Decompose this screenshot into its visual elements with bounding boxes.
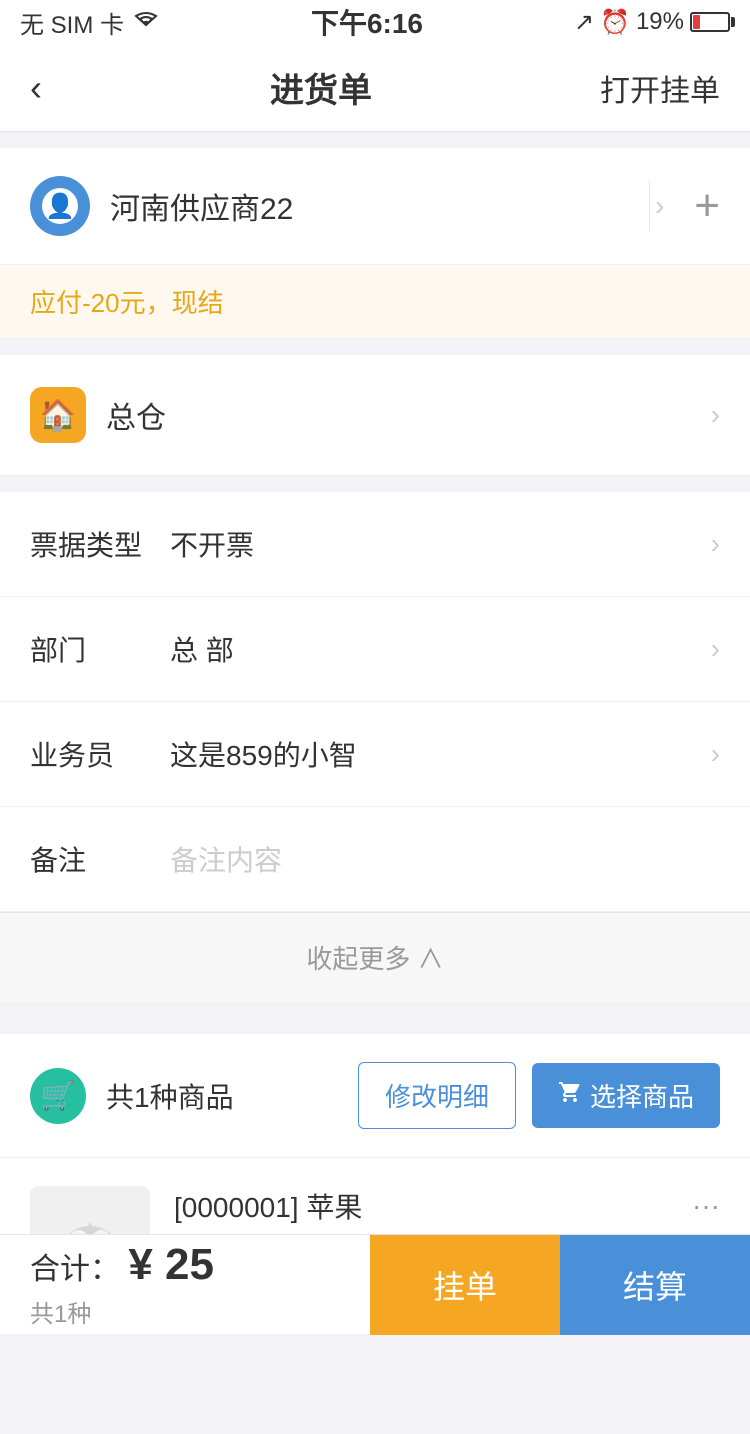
collapse-toggle[interactable]: 收起更多 ∧ (0, 912, 750, 1002)
status-bar: 无 SIM 卡 下午6:16 ↗ ⏰ 19% (0, 0, 750, 44)
location-icon: ↗ (574, 8, 594, 37)
add-button[interactable]: + (694, 184, 720, 228)
warehouse-card: 🏠 总仓 › (0, 355, 750, 476)
salesperson-label: 业务员 (30, 734, 170, 774)
user-icon: 👤 (45, 192, 75, 221)
ticket-type-value: 不开票 (170, 524, 711, 564)
salesperson-row[interactable]: 业务员 这是859的小智 › (0, 702, 750, 807)
total-label: 合计： (30, 1253, 120, 1286)
total-main: 合计： ¥ 25 (30, 1240, 340, 1290)
select-product-button[interactable]: 选择商品 (532, 1063, 720, 1128)
remark-row[interactable]: 备注 备注内容 (0, 807, 750, 912)
divider-4 (0, 1002, 750, 1018)
battery-icon (690, 12, 730, 32)
edit-detail-button[interactable]: 修改明细 (358, 1062, 516, 1129)
department-value: 总 部 (170, 629, 711, 669)
products-count: 共1种商品 (106, 1076, 358, 1116)
open-hang-button[interactable]: 打开挂单 (600, 66, 720, 110)
alarm-icon: ⏰ (600, 8, 630, 37)
ticket-type-chevron-icon: › (711, 528, 720, 560)
supplier-chevron-icon: › (655, 190, 664, 222)
collapse-label: 收起更多 ∧ (306, 944, 443, 974)
ticket-type-row[interactable]: 票据类型 不开票 › (0, 492, 750, 597)
settle-button[interactable]: 结算 (560, 1235, 750, 1335)
alert-banner: 应付-20元，现结 (0, 265, 750, 339)
alert-text: 应付-20元，现结 (30, 288, 224, 318)
divider-3 (0, 476, 750, 492)
product-name: [0000001] 苹果 (174, 1186, 692, 1226)
back-button[interactable]: ‹ (30, 67, 42, 109)
total-section: 合计： ¥ 25 共1种 (0, 1240, 370, 1329)
status-left: 无 SIM 卡 (20, 5, 160, 40)
salesperson-chevron-icon: › (711, 738, 720, 770)
home-icon: 🏠 (39, 398, 76, 433)
vertical-divider (649, 181, 650, 231)
supplier-avatar: 👤 (30, 176, 90, 236)
product-more-button[interactable]: ··· (692, 1186, 720, 1222)
divider-1 (0, 132, 750, 148)
supplier-name: 河南供应商22 (110, 184, 655, 228)
warehouse-icon: 🏠 (30, 387, 86, 443)
hang-button[interactable]: 挂单 (370, 1235, 560, 1335)
select-product-label: 选择商品 (590, 1077, 694, 1114)
remark-input[interactable]: 备注内容 (170, 839, 720, 879)
time-display: 下午6:16 (311, 2, 423, 42)
salesperson-value: 这是859的小智 (170, 734, 711, 774)
supplier-row[interactable]: 👤 河南供应商22 › + (0, 148, 750, 265)
product-title: 苹果 (306, 1192, 362, 1223)
department-row[interactable]: 部门 总 部 › (0, 597, 750, 702)
ticket-type-label: 票据类型 (30, 524, 170, 564)
total-amount: ¥ 25 (128, 1240, 214, 1289)
department-label: 部门 (30, 629, 170, 669)
warehouse-chevron-icon: › (711, 399, 720, 431)
supplier-card: 👤 河南供应商22 › + 应付-20元，现结 (0, 148, 750, 339)
remark-label: 备注 (30, 839, 170, 879)
divider-2 (0, 339, 750, 355)
battery-percent: 19% (636, 8, 684, 36)
form-section: 票据类型 不开票 › 部门 总 部 › 业务员 这是859的小智 › 备注 备注… (0, 492, 750, 912)
bottom-bar: 合计： ¥ 25 共1种 挂单 结算 (0, 1234, 750, 1334)
cart-icon: 🛒 (41, 1079, 76, 1112)
department-chevron-icon: › (711, 633, 720, 665)
products-icon: 🛒 (30, 1068, 86, 1124)
bottom-spacer (0, 1334, 750, 1434)
product-code: [0000001] (174, 1192, 306, 1223)
wifi-icon (132, 8, 160, 36)
carrier-label: 无 SIM 卡 (20, 5, 124, 40)
page-title: 进货单 (270, 63, 372, 112)
total-sub: 共1种 (30, 1294, 340, 1329)
add-product-icon (558, 1080, 582, 1111)
warehouse-row[interactable]: 🏠 总仓 › (0, 355, 750, 476)
nav-bar: ‹ 进货单 打开挂单 (0, 44, 750, 132)
status-right: ↗ ⏰ 19% (574, 8, 730, 37)
products-header: 🛒 共1种商品 修改明细 选择商品 (0, 1034, 750, 1158)
warehouse-label: 总仓 (106, 393, 711, 437)
